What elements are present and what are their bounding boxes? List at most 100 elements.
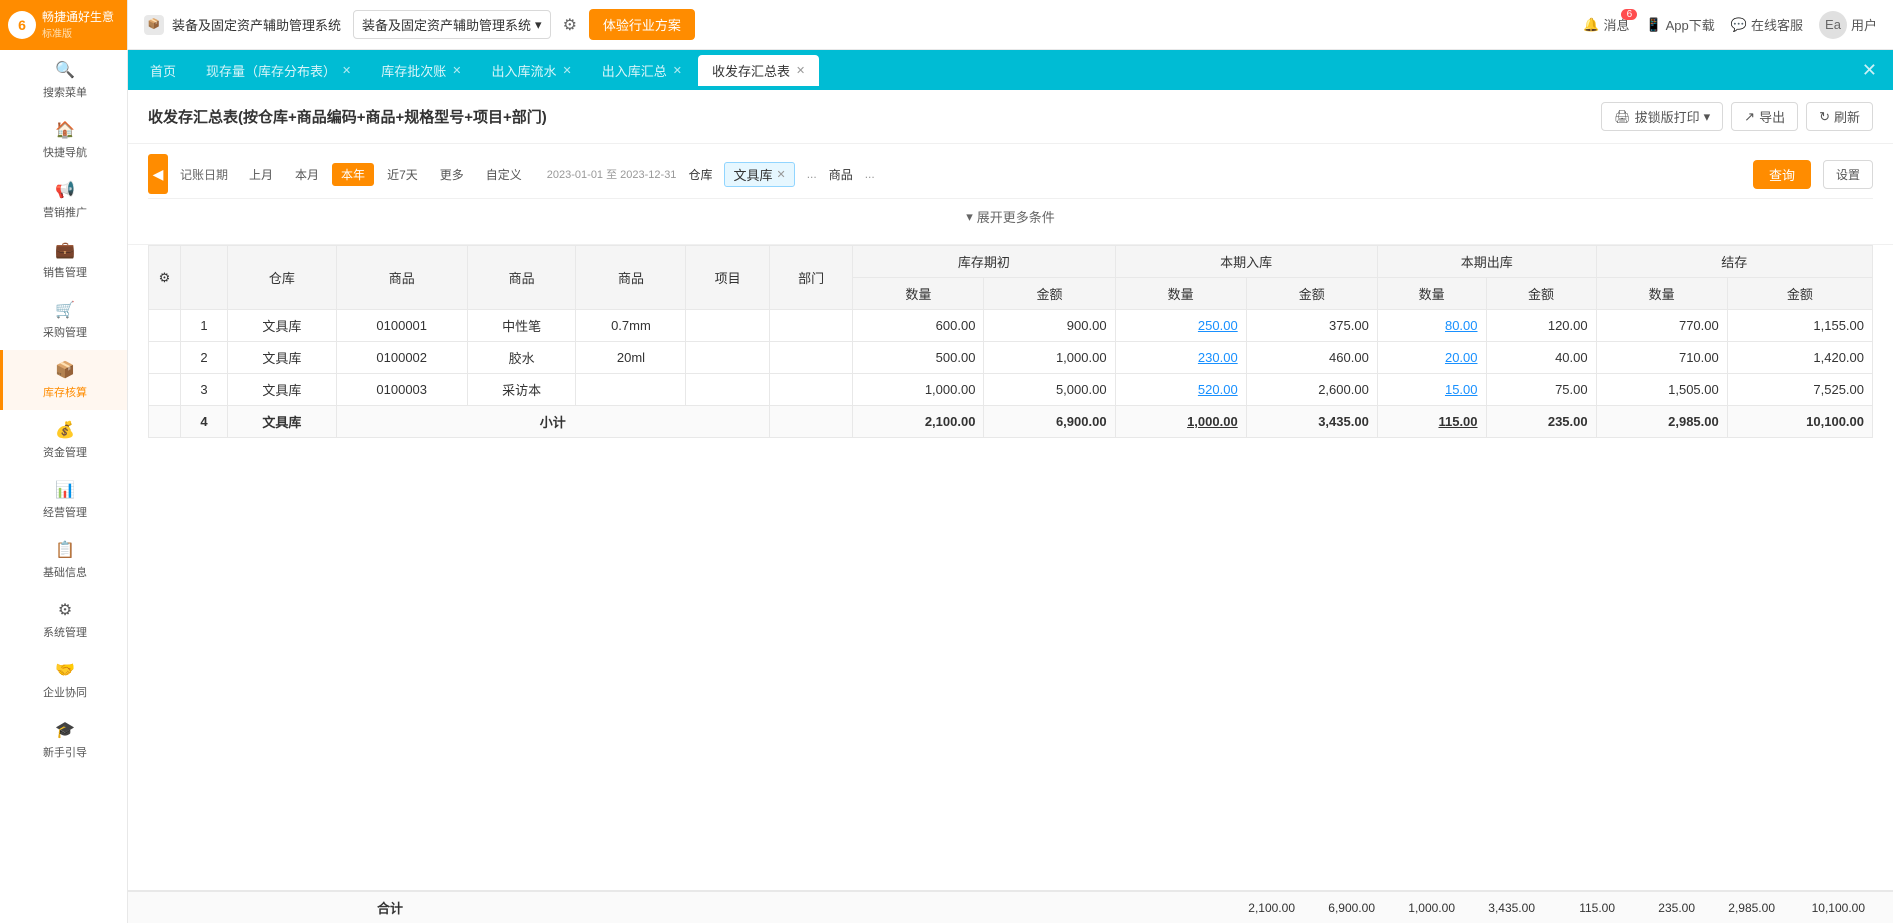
sidebar-item-newbie[interactable]: 🎓新手引导 [0, 710, 127, 770]
col-num-header [181, 246, 228, 310]
tab-close-summary[interactable]: ✕ [673, 64, 682, 77]
subtotal-in-qty[interactable]: 1,000.00 [1115, 406, 1246, 438]
date-btn-this-month[interactable]: 本月 [286, 163, 328, 186]
setting-button[interactable]: 设置 [1823, 160, 1873, 189]
sidebar-item-quick-nav[interactable]: 🏠快捷导航 [0, 110, 127, 170]
row-settings[interactable] [149, 342, 181, 374]
date-btn-custom[interactable]: 自定义 [477, 163, 531, 186]
row-settings[interactable] [149, 374, 181, 406]
product-label: 商品 [829, 166, 853, 183]
sidebar-item-search[interactable]: 🔍搜索菜单 [0, 50, 127, 110]
row-out-amt: 120.00 [1486, 310, 1596, 342]
col-in-header: 本期入库 [1115, 246, 1377, 278]
row-in-qty[interactable]: 520.00 [1115, 374, 1246, 406]
row-warehouse: 文具库 [228, 342, 337, 374]
main-area: 📦 装备及固定资产辅助管理系统 装备及固定资产辅助管理系统 ▾ ⚙ 体验行业方案… [128, 0, 1893, 923]
refresh-button[interactable]: ↻ 刷新 [1806, 102, 1873, 131]
sidebar-item-operation[interactable]: 📊经营管理 [0, 470, 127, 530]
tab-stock-dist[interactable]: 现存量（库存分布表）✕ [192, 55, 365, 86]
tab-flow[interactable]: 出入库流水✕ [477, 55, 585, 86]
row-dept [769, 374, 852, 406]
col-opening-header: 库存期初 [853, 246, 1115, 278]
warehouse-more-btn[interactable]: ... [807, 167, 817, 181]
system-icon: 📦 [144, 15, 164, 35]
close-amt-header: 金额 [1727, 278, 1872, 310]
row-open-amt: 5,000.00 [984, 374, 1115, 406]
app-download-action[interactable]: 📱 App下载 [1645, 15, 1714, 34]
row-out-qty[interactable]: 15.00 [1377, 374, 1486, 406]
date-btn-last-month[interactable]: 上月 [240, 163, 282, 186]
export-button[interactable]: ↗ 导出 [1731, 102, 1798, 131]
row-dept [769, 342, 852, 374]
sidebar-item-basic[interactable]: 📋基础信息 [0, 530, 127, 590]
warehouse-label: 仓库 [688, 166, 712, 183]
tab-close-batch[interactable]: ✕ [452, 64, 461, 77]
search-icon: 🔍 [55, 60, 75, 80]
row-num: 2 [181, 342, 228, 374]
filter-row: ◀ 记账日期 上月 本月 本年 近7天 更多 自定义 2023-01-01 至 … [148, 154, 1873, 194]
date-btn-this-year[interactable]: 本年 [332, 163, 374, 186]
query-button[interactable]: 查询 [1753, 160, 1811, 189]
tab-close-flow[interactable]: ✕ [563, 64, 572, 77]
row-spec: 20ml [576, 342, 686, 374]
topbar-actions: 🔔 消息 6 📱 App下载 💬 在线客服 Ea 用户 [1583, 11, 1877, 39]
expand-btn[interactable]: ▾ 展开更多条件 [958, 203, 1063, 230]
sidebar-item-inventory[interactable]: 📦库存核算 [0, 350, 127, 410]
trial-button[interactable]: 体验行业方案 [589, 9, 695, 40]
subtotal-out-qty[interactable]: 115.00 [1377, 406, 1486, 438]
row-in-amt: 2,600.00 [1246, 374, 1377, 406]
col-closing-header: 结存 [1596, 246, 1872, 278]
print-button[interactable]: 🖨 拔锁版打印 ▾ [1601, 102, 1723, 131]
tab-home[interactable]: 首页 [136, 55, 190, 86]
system-select[interactable]: 装备及固定资产辅助管理系统 ▾ [353, 10, 551, 39]
row-in-qty[interactable]: 250.00 [1115, 310, 1246, 342]
dropdown-icon: ▾ [1704, 109, 1711, 125]
online-service-action[interactable]: 💬 在线客服 [1731, 15, 1803, 34]
subtotal-warehouse: 文具库 [228, 406, 337, 438]
col-settings-header[interactable]: ⚙ [149, 246, 181, 310]
row-settings[interactable] [149, 310, 181, 342]
row-out-amt: 40.00 [1486, 342, 1596, 374]
col-dept-header: 部门 [769, 246, 852, 310]
row-in-qty[interactable]: 230.00 [1115, 342, 1246, 374]
print-icon: 🖨 [1614, 109, 1631, 125]
user-action[interactable]: Ea 用户 [1819, 11, 1877, 39]
sidebar-item-purchase[interactable]: 🛒采购管理 [0, 290, 127, 350]
settings-icon[interactable]: ⚙ [563, 15, 577, 35]
warehouse-tag-close[interactable]: ✕ [776, 168, 785, 181]
sidebar-item-marketing[interactable]: 📢营销推广 [0, 170, 127, 230]
subtotal-num: 4 [181, 406, 228, 438]
messages-badge: 6 [1621, 9, 1637, 20]
app-name: 畅捷通好生意 [42, 10, 114, 26]
date-btn-more[interactable]: 更多 [431, 163, 473, 186]
open-amt-header: 金额 [984, 278, 1115, 310]
filter-collapse-btn[interactable]: ◀ [148, 154, 168, 194]
service-icon: 💬 [1731, 17, 1747, 33]
tab-batch[interactable]: 库存批次账✕ [367, 55, 475, 86]
subtotal-settings[interactable] [149, 406, 181, 438]
tab-summary[interactable]: 出入库汇总✕ [588, 55, 696, 86]
table-footer: 合计 2,100.00 6,900.00 1,000.00 3,435.00 1… [128, 890, 1893, 923]
subtotal-row: 4 文具库 小计 2,100.00 6,900.00 1,000.00 3,43… [149, 406, 1873, 438]
sidebar: 6 畅捷通好生意 标准版 🔍搜索菜单🏠快捷导航📢营销推广💼销售管理🛒采购管理📦库… [0, 0, 128, 923]
row-out-qty[interactable]: 20.00 [1377, 342, 1486, 374]
sidebar-item-finance[interactable]: 💰资金管理 [0, 410, 127, 470]
tab-close-stock-dist[interactable]: ✕ [342, 64, 351, 77]
row-out-qty[interactable]: 80.00 [1377, 310, 1486, 342]
tab-close-collect-summary[interactable]: ✕ [796, 64, 805, 77]
page-container: 收发存汇总表(按仓库+商品编码+商品+规格型号+项目+部门) 🖨 拔锁版打印 ▾… [128, 90, 1893, 923]
sidebar-item-sales[interactable]: 💼销售管理 [0, 230, 127, 290]
filter-collapse-row: ▾ 展开更多条件 [148, 198, 1873, 234]
date-btn-7days[interactable]: 近7天 [378, 163, 427, 186]
row-spec: 0.7mm [576, 310, 686, 342]
close-window-icon[interactable]: ✕ [1854, 60, 1885, 81]
product-more-btn[interactable]: ... [865, 167, 875, 181]
sidebar-item-system[interactable]: ⚙系统管理 [0, 590, 127, 650]
app-subtitle: 标准版 [42, 25, 114, 40]
total-out-amt: 235.00 [1623, 901, 1703, 915]
tab-collect-summary[interactable]: 收发存汇总表✕ [698, 55, 819, 86]
row-open-qty: 1,000.00 [853, 374, 984, 406]
messages-action[interactable]: 🔔 消息 6 [1583, 15, 1629, 34]
filter-area: ◀ 记账日期 上月 本月 本年 近7天 更多 自定义 2023-01-01 至 … [128, 144, 1893, 245]
sidebar-item-enterprise[interactable]: 🤝企业协同 [0, 650, 127, 710]
